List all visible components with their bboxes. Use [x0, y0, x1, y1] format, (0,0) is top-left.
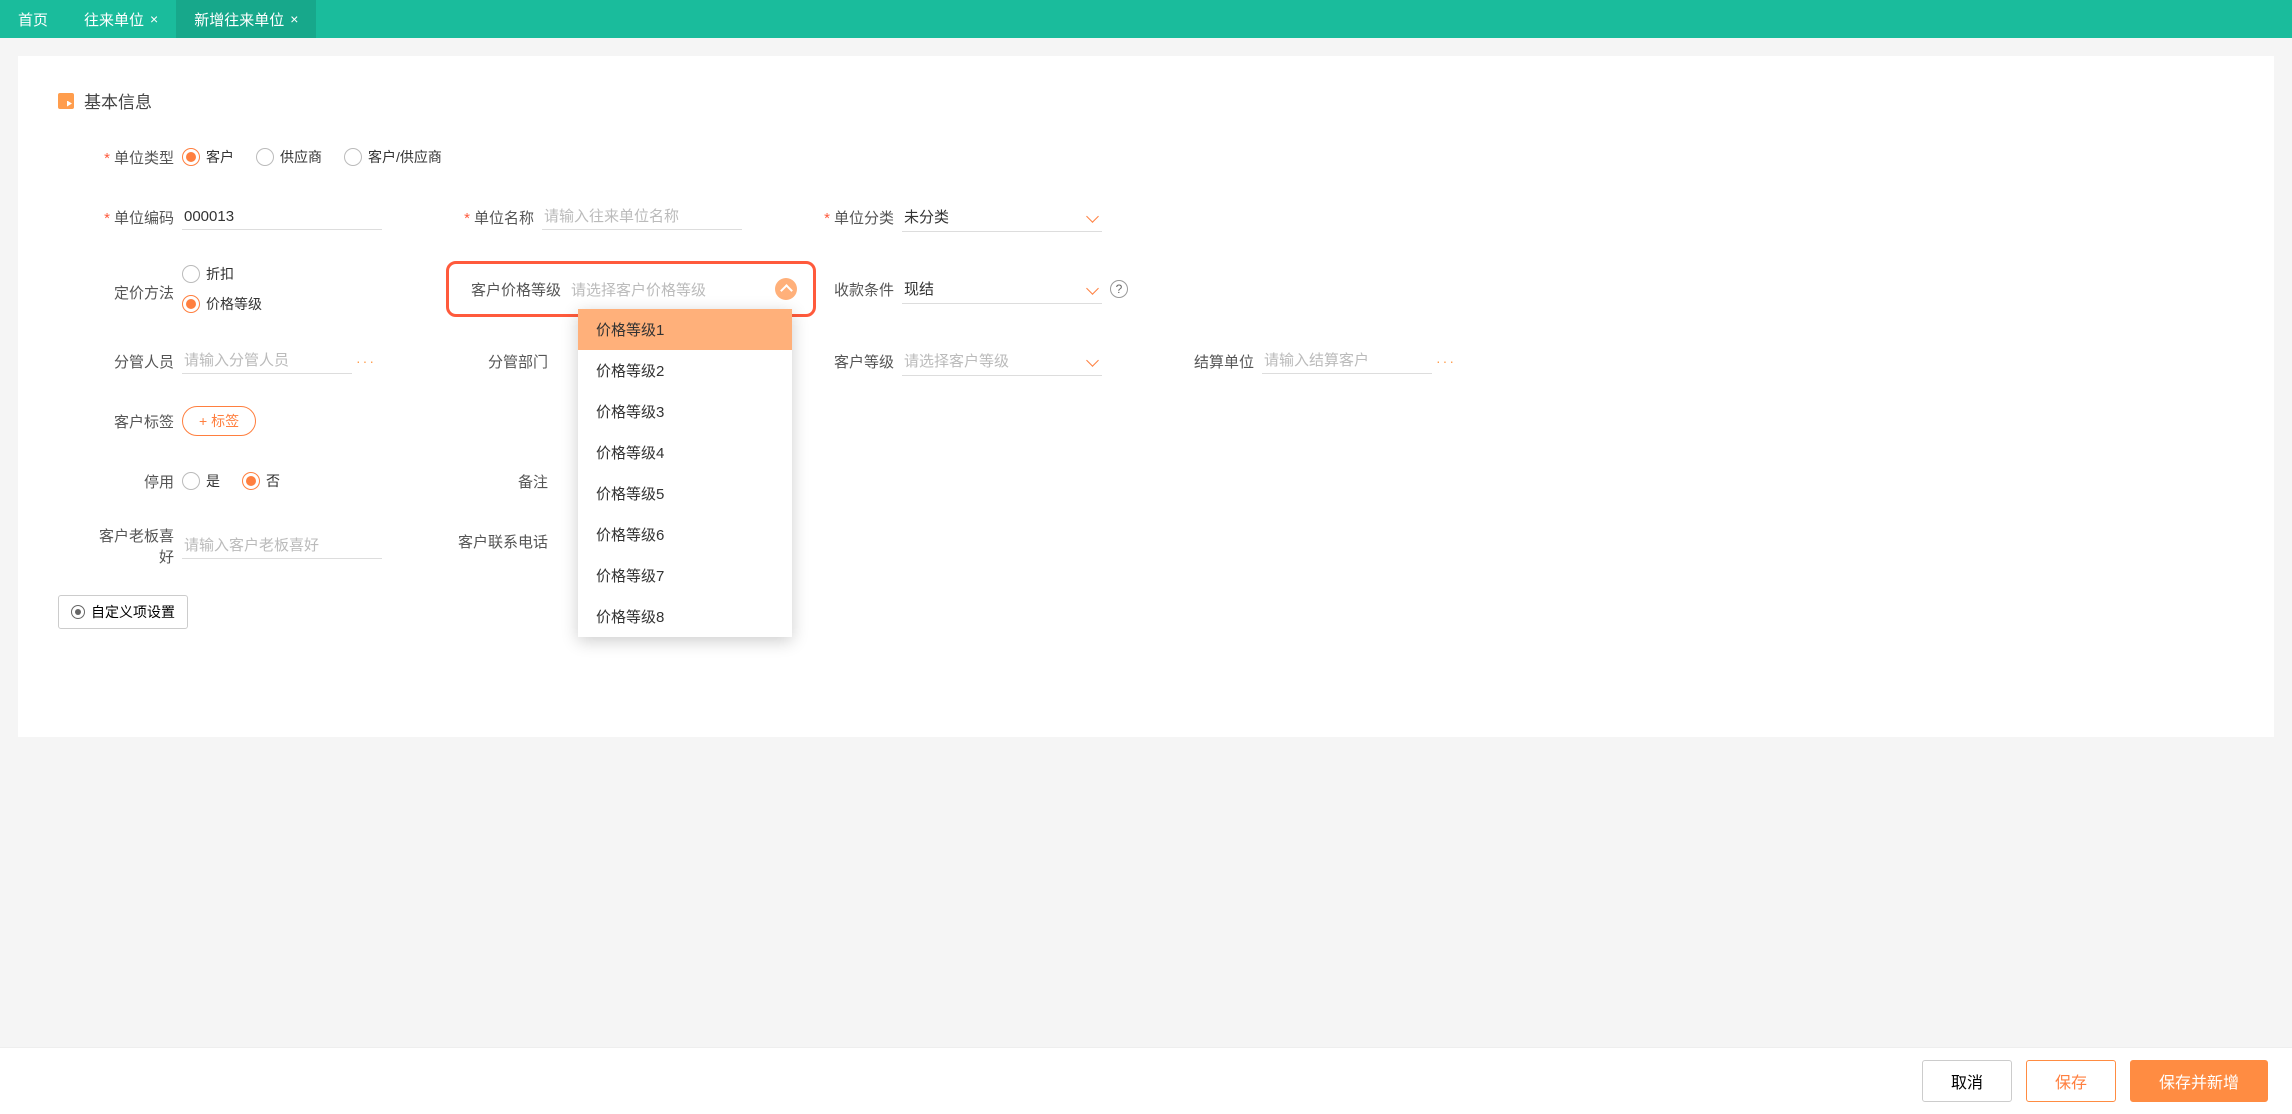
cancel-button[interactable]: 取消	[1922, 1060, 2012, 1102]
label-unit-cat: *单位分类	[806, 207, 902, 228]
radio-yes[interactable]: 是	[182, 471, 220, 491]
label-pricing: 定价方法	[86, 264, 182, 303]
select-cust-level[interactable]: 请选择客户等级	[902, 346, 1102, 376]
dropdown-option[interactable]: 价格等级5	[578, 473, 792, 514]
input-unit-name[interactable]	[542, 204, 742, 230]
chevron-down-icon	[1086, 354, 1100, 368]
save-button[interactable]: 保存	[2026, 1060, 2116, 1102]
label-remark: 备注	[446, 471, 556, 492]
tab-unit-list[interactable]: 往来单位×	[66, 0, 176, 38]
input-settle-unit[interactable]	[1262, 348, 1432, 374]
dropdown-option[interactable]: 价格等级1	[578, 309, 792, 350]
dropdown-option[interactable]: 价格等级4	[578, 432, 792, 473]
footer-actions: 取消 保存 保存并新增	[0, 1047, 2292, 1114]
label-disable: 停用	[86, 471, 182, 492]
save-and-new-button[interactable]: 保存并新增	[2130, 1060, 2268, 1102]
label-unit-type: *单位类型	[86, 147, 182, 168]
tab-bar: 首页 往来单位× 新增往来单位×	[0, 0, 2292, 38]
section-header: 基本信息	[58, 88, 2234, 113]
help-icon[interactable]: ?	[1110, 280, 1128, 298]
chevron-down-icon	[1086, 210, 1100, 224]
label-unit-code: *单位编码	[86, 207, 182, 228]
input-unit-code[interactable]: 000013	[182, 204, 382, 230]
dropdown-option[interactable]: 价格等级6	[578, 514, 792, 555]
price-level-dropdown: 价格等级1 价格等级2 价格等级3 价格等级4 价格等级5 价格等级6 价格等级…	[578, 309, 792, 637]
input-boss-pref[interactable]	[182, 533, 382, 559]
label-settle-unit: 结算单位	[1166, 351, 1262, 372]
form-page: 基本信息 *单位类型 客户 供应商 客户/供应商 *单位编码 000013 *单…	[18, 56, 2274, 737]
section-title: 基本信息	[84, 88, 152, 113]
radio-both[interactable]: 客户/供应商	[344, 147, 442, 167]
chevron-up-icon	[775, 278, 797, 300]
add-tag-button[interactable]: + 标签	[182, 406, 256, 436]
select-unit-cat[interactable]: 未分类	[902, 202, 1102, 232]
radio-no[interactable]: 否	[242, 471, 280, 491]
label-unit-name: *单位名称	[446, 207, 542, 228]
radio-pricelevel[interactable]: 价格等级	[182, 294, 262, 314]
custom-fields-button[interactable]: 自定义项设置	[58, 595, 188, 629]
label-staff: 分管人员	[86, 351, 182, 372]
radio-customer[interactable]: 客户	[182, 147, 234, 167]
radio-supplier[interactable]: 供应商	[256, 147, 322, 167]
label-contact-tel: 客户联系电话	[446, 531, 556, 552]
label-price-level: 客户价格等级	[459, 279, 569, 300]
more-icon[interactable]: ···	[356, 353, 376, 369]
label-boss-pref: 客户老板喜好	[86, 525, 182, 567]
dropdown-option[interactable]: 价格等级2	[578, 350, 792, 391]
chevron-down-icon	[1086, 282, 1100, 296]
select-pay-cond[interactable]: 现结	[902, 274, 1102, 304]
dropdown-option[interactable]: 价格等级3	[578, 391, 792, 432]
input-staff[interactable]	[182, 348, 352, 374]
tab-home[interactable]: 首页	[0, 0, 66, 38]
label-dept: 分管部门	[446, 351, 556, 372]
label-cust-tag: 客户标签	[86, 411, 182, 432]
tab-add-unit[interactable]: 新增往来单位×	[176, 0, 316, 38]
section-icon	[58, 93, 74, 109]
select-price-level[interactable]: 请选择客户价格等级	[569, 274, 799, 304]
close-icon[interactable]: ×	[150, 11, 158, 27]
gear-icon	[71, 605, 85, 619]
label-pay-cond: 收款条件	[806, 279, 902, 300]
more-icon[interactable]: ···	[1436, 353, 1456, 369]
label-cust-level: 客户等级	[806, 351, 902, 372]
radio-discount[interactable]: 折扣	[182, 264, 262, 284]
dropdown-option[interactable]: 价格等级7	[578, 555, 792, 596]
close-icon[interactable]: ×	[290, 11, 298, 27]
dropdown-option[interactable]: 价格等级8	[578, 596, 792, 637]
